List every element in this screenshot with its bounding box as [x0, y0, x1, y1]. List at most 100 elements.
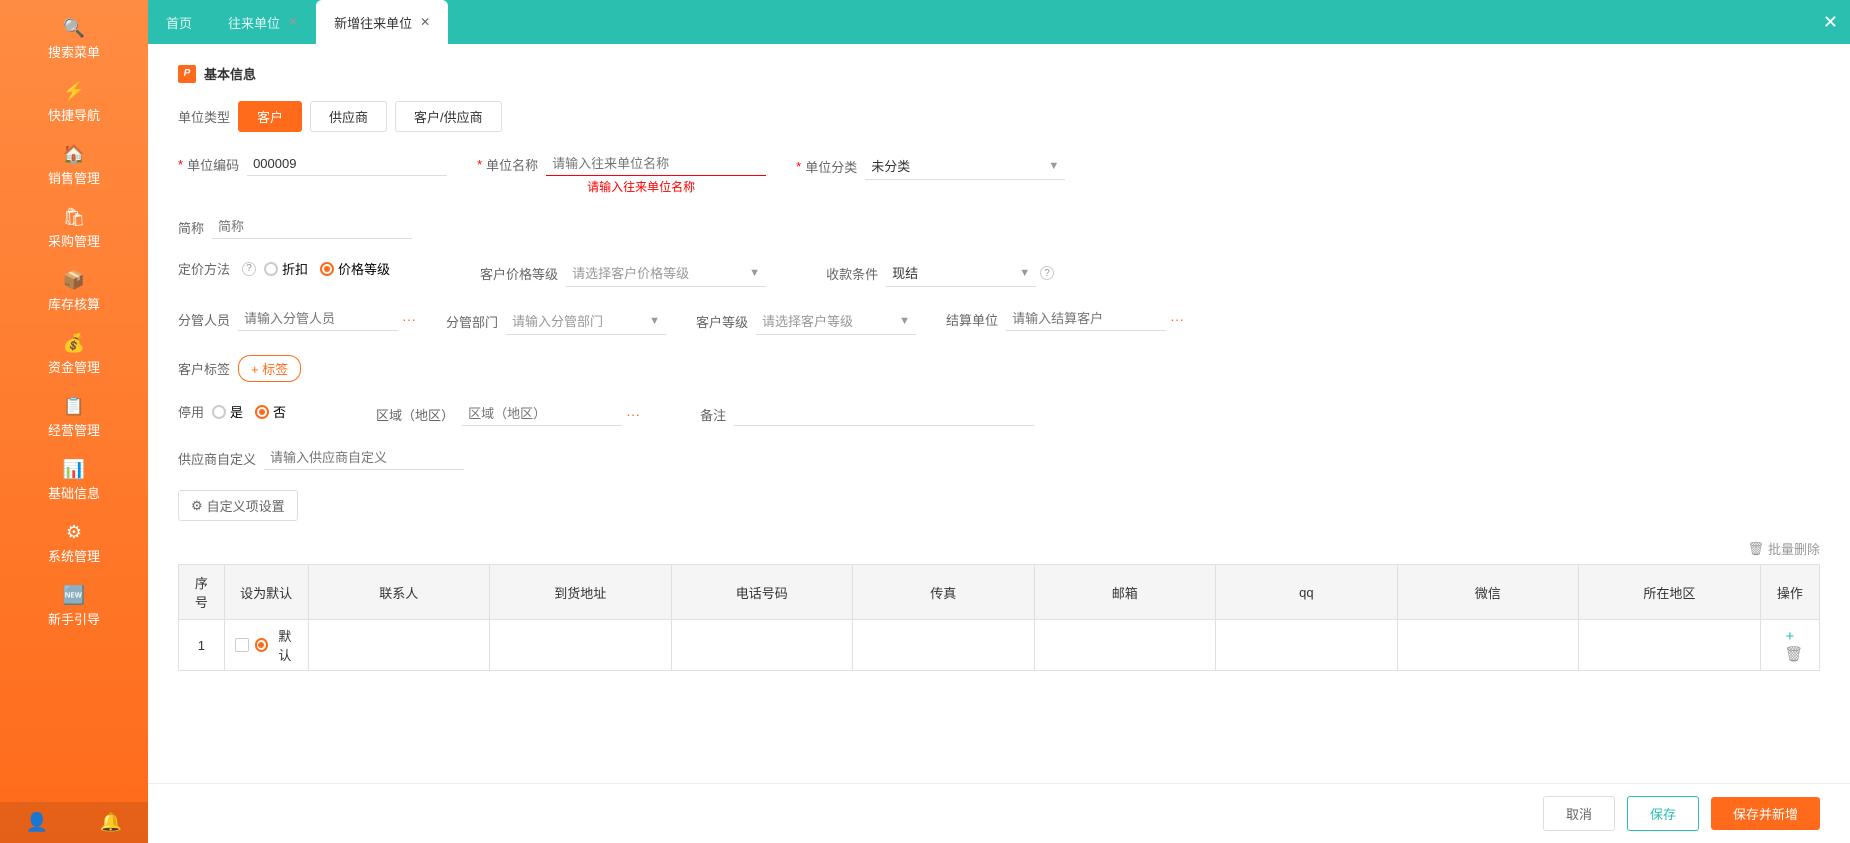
customer-level-placeholder: 请选择客户等级: [762, 311, 893, 330]
pricing-radio-level[interactable]: 价格等级: [320, 259, 390, 278]
gear-icon: ⚙: [191, 498, 203, 514]
custom-settings-btn[interactable]: ⚙ 自定义项设置: [178, 490, 298, 521]
sidebar-item-system[interactable]: ⚙ 系统管理: [0, 512, 148, 575]
sidebar-item-finance[interactable]: 💰 资金管理: [0, 323, 148, 386]
main-area: 首页 往来单位 ✕ 新增往来单位 ✕ ✕ P 基本信息 单位类型 客户 供应商 …: [148, 0, 1850, 843]
sidebar-user-icon[interactable]: 👤: [26, 812, 48, 833]
unit-type-row: 单位类型 客户 供应商 客户/供应商: [178, 101, 1820, 136]
cell-email[interactable]: [1034, 620, 1216, 671]
note-input[interactable]: [734, 402, 1034, 426]
sidebar-item-sales[interactable]: 🏠 销售管理: [0, 134, 148, 197]
custom-settings-label: 自定义项设置: [207, 496, 285, 515]
type-btn-supplier[interactable]: 供应商: [310, 101, 387, 132]
cell-contact[interactable]: [308, 620, 490, 671]
batch-delete-label[interactable]: 批量删除: [1768, 539, 1820, 558]
dept-placeholder: 请输入分管部门: [512, 311, 643, 330]
customer-level-select[interactable]: 请选择客户等级 ▼: [756, 307, 916, 335]
purchase-icon: 🛍: [63, 207, 86, 228]
wechat-input[interactable]: [1408, 638, 1569, 653]
add-tag-btn[interactable]: + 标签: [238, 355, 301, 382]
manager-item: 分管人员 ···: [178, 307, 416, 331]
col-wechat: 微信: [1397, 565, 1579, 620]
cell-no: 1: [179, 620, 225, 671]
unit-type-label: 单位类型: [178, 107, 230, 126]
email-input[interactable]: [1045, 638, 1206, 653]
cell-wechat[interactable]: [1397, 620, 1579, 671]
region-cell-input[interactable]: [1589, 638, 1750, 653]
pricing-radio-level-circle: [320, 262, 334, 276]
cell-region[interactable]: [1579, 620, 1761, 671]
sidebar-item-basic-info[interactable]: 📊 基础信息: [0, 449, 148, 512]
qq-input[interactable]: [1226, 638, 1387, 653]
type-btn-both[interactable]: 客户/供应商: [395, 101, 502, 132]
manager-label: 分管人员: [178, 310, 230, 329]
manager-input[interactable]: [238, 307, 398, 331]
tag-btn-label: + 标签: [251, 359, 288, 378]
sidebar-item-guide[interactable]: 🆕 新手引导: [0, 575, 148, 638]
sidebar-item-search[interactable]: 🔍 搜索菜单: [0, 8, 148, 71]
system-icon: ⚙: [66, 522, 82, 543]
cancel-button[interactable]: 取消: [1543, 796, 1615, 831]
customer-price-select[interactable]: 请选择客户价格等级 ▼: [566, 259, 766, 287]
phone-input[interactable]: [682, 638, 843, 653]
region-more-btn[interactable]: ···: [626, 406, 640, 422]
cell-address[interactable]: [490, 620, 672, 671]
pricing-question-icon[interactable]: ?: [242, 262, 256, 276]
sidebar-item-sales-label: 销售管理: [48, 168, 100, 187]
note-item: 备注: [700, 402, 1034, 426]
address-input[interactable]: [500, 638, 661, 653]
save-button[interactable]: 保存: [1627, 796, 1699, 831]
dept-select[interactable]: 请输入分管部门 ▼: [506, 307, 666, 335]
default-radio[interactable]: 默认: [255, 626, 298, 664]
sidebar-item-basic-info-label: 基础信息: [48, 483, 100, 502]
tab-counterpart-close[interactable]: ✕: [288, 15, 298, 29]
pricing-radio-discount-circle: [264, 262, 278, 276]
save-new-button[interactable]: 保存并新增: [1711, 797, 1820, 830]
fax-input[interactable]: [863, 638, 1024, 653]
payment-question-icon[interactable]: ?: [1040, 266, 1054, 280]
unit-name-star: *: [477, 157, 482, 172]
row-checkbox[interactable]: [235, 638, 249, 652]
cell-qq[interactable]: [1216, 620, 1398, 671]
sidebar-bell-icon[interactable]: 🔔: [100, 812, 122, 833]
abbr-input[interactable]: [212, 215, 412, 239]
sidebar-item-operations[interactable]: 📋 经营管理: [0, 386, 148, 449]
tab-new-counterpart-close[interactable]: ✕: [420, 15, 430, 29]
del-row-btn[interactable]: 🗑: [1784, 646, 1803, 663]
dept-label: 分管部门: [446, 312, 498, 331]
region-input[interactable]: [462, 402, 622, 426]
payment-select[interactable]: 现结 ▼: [886, 259, 1036, 287]
guide-icon: 🆕: [63, 585, 85, 606]
disabled-yes[interactable]: 是: [212, 402, 243, 421]
tab-counterpart[interactable]: 往来单位 ✕: [210, 0, 316, 44]
unit-code-input[interactable]: [247, 152, 447, 176]
sidebar-item-inventory-label: 库存核算: [48, 294, 100, 313]
tabbar-close-btn[interactable]: ✕: [1823, 12, 1838, 33]
unit-category-value: 未分类: [871, 156, 1042, 175]
settle-unit-input[interactable]: [1006, 307, 1166, 331]
contact-input[interactable]: [319, 638, 480, 653]
tab-home[interactable]: 首页: [148, 0, 210, 44]
operations-icon: 📋: [63, 396, 85, 417]
tab-new-counterpart[interactable]: 新增往来单位 ✕: [316, 0, 448, 44]
sidebar-item-quick-nav[interactable]: ⚡ 快捷导航: [0, 71, 148, 134]
add-row-btn[interactable]: +: [1785, 628, 1794, 645]
payment-label: 收款条件: [826, 264, 878, 283]
pricing-radio-discount[interactable]: 折扣: [264, 259, 308, 278]
disabled-no-label: 否: [273, 402, 286, 421]
sidebar-item-inventory[interactable]: 📦 库存核算: [0, 260, 148, 323]
settle-unit-label: 结算单位: [946, 310, 998, 329]
unit-code-label: 单位编码: [187, 155, 239, 174]
supplier-custom-input[interactable]: [264, 446, 464, 470]
disabled-no[interactable]: 否: [255, 402, 286, 421]
unit-category-select[interactable]: 未分类 ▼: [865, 152, 1065, 180]
default-radio-circle: [255, 638, 269, 652]
unit-name-input[interactable]: [546, 152, 766, 176]
manager-more-btn[interactable]: ···: [402, 311, 416, 327]
sidebar-item-purchase[interactable]: 🛍 采购管理: [0, 197, 148, 260]
customer-price-item: 客户价格等级 请选择客户价格等级 ▼: [480, 259, 766, 287]
settle-unit-more-btn[interactable]: ···: [1170, 311, 1184, 327]
cell-phone[interactable]: [671, 620, 853, 671]
type-btn-customer[interactable]: 客户: [238, 101, 302, 132]
cell-fax[interactable]: [853, 620, 1035, 671]
